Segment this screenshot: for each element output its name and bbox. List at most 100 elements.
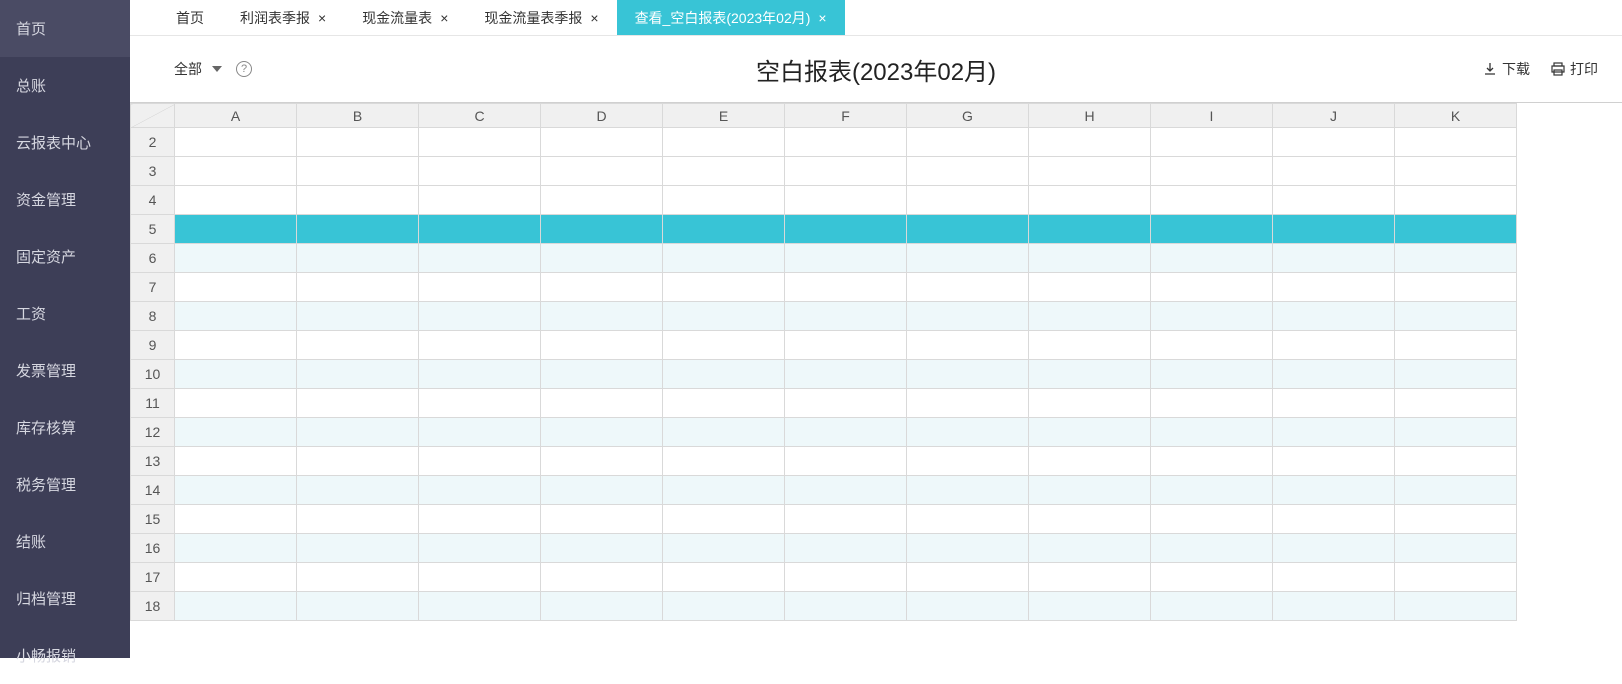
cell[interactable] (1395, 244, 1517, 273)
close-icon[interactable]: × (818, 11, 826, 25)
sidebar-item-payroll[interactable]: 工资 (0, 285, 130, 342)
cell[interactable] (907, 128, 1029, 157)
cell[interactable] (1273, 534, 1395, 563)
cell[interactable] (541, 389, 663, 418)
cell[interactable] (541, 244, 663, 273)
cell[interactable] (1273, 273, 1395, 302)
cell[interactable] (1029, 128, 1151, 157)
cell[interactable] (297, 505, 419, 534)
cell[interactable] (541, 563, 663, 592)
cell[interactable] (541, 447, 663, 476)
cell[interactable] (1151, 157, 1273, 186)
row-header[interactable]: 8 (131, 302, 175, 331)
cell[interactable] (1029, 534, 1151, 563)
print-button[interactable]: 打印 (1550, 59, 1598, 79)
cell[interactable] (1151, 447, 1273, 476)
cell[interactable] (175, 592, 297, 621)
cell[interactable] (1029, 476, 1151, 505)
cell[interactable] (663, 360, 785, 389)
cell[interactable] (1151, 563, 1273, 592)
cell[interactable] (785, 592, 907, 621)
cell[interactable] (663, 302, 785, 331)
cell[interactable] (1151, 389, 1273, 418)
cell[interactable] (175, 331, 297, 360)
cell[interactable] (1395, 302, 1517, 331)
cell[interactable] (1151, 186, 1273, 215)
cell[interactable] (541, 331, 663, 360)
cell[interactable] (175, 534, 297, 563)
row-header[interactable]: 12 (131, 418, 175, 447)
cell[interactable] (297, 186, 419, 215)
cell[interactable] (1395, 592, 1517, 621)
cell[interactable] (907, 360, 1029, 389)
cell[interactable] (1151, 331, 1273, 360)
cell[interactable] (1273, 447, 1395, 476)
cell[interactable] (297, 273, 419, 302)
cell[interactable] (1395, 534, 1517, 563)
cell[interactable] (907, 157, 1029, 186)
cell[interactable] (1151, 418, 1273, 447)
cell[interactable] (1029, 505, 1151, 534)
cell[interactable] (541, 534, 663, 563)
cell[interactable] (419, 563, 541, 592)
cell[interactable] (785, 331, 907, 360)
row-header[interactable]: 9 (131, 331, 175, 360)
cell[interactable] (419, 505, 541, 534)
sidebar-item-closing[interactable]: 结账 (0, 513, 130, 570)
cell[interactable] (785, 360, 907, 389)
cell[interactable] (1273, 186, 1395, 215)
cell[interactable] (907, 476, 1029, 505)
cell[interactable] (541, 273, 663, 302)
cell[interactable] (1151, 273, 1273, 302)
cell[interactable] (1029, 360, 1151, 389)
cell[interactable] (1029, 447, 1151, 476)
cell[interactable] (1395, 128, 1517, 157)
cell[interactable] (175, 447, 297, 476)
cell[interactable] (907, 563, 1029, 592)
row-header[interactable]: 7 (131, 273, 175, 302)
cell[interactable] (1029, 302, 1151, 331)
cell[interactable] (663, 215, 785, 244)
cell[interactable] (297, 157, 419, 186)
cell[interactable] (785, 389, 907, 418)
cell[interactable] (297, 389, 419, 418)
cell[interactable] (785, 302, 907, 331)
cell[interactable] (541, 360, 663, 389)
cell[interactable] (419, 302, 541, 331)
column-header[interactable]: B (297, 104, 419, 128)
cell[interactable] (907, 389, 1029, 418)
cell[interactable] (1273, 592, 1395, 621)
cell[interactable] (907, 447, 1029, 476)
cell[interactable] (175, 505, 297, 534)
cell[interactable] (175, 476, 297, 505)
cell[interactable] (1151, 360, 1273, 389)
cell[interactable] (1395, 389, 1517, 418)
row-header[interactable]: 14 (131, 476, 175, 505)
cell[interactable] (1273, 360, 1395, 389)
cell[interactable] (907, 592, 1029, 621)
cell[interactable] (907, 302, 1029, 331)
tab[interactable]: 首页 (158, 0, 222, 35)
cell[interactable] (541, 418, 663, 447)
cell[interactable] (1029, 273, 1151, 302)
cell[interactable] (175, 273, 297, 302)
cell[interactable] (1273, 389, 1395, 418)
cell[interactable] (907, 418, 1029, 447)
filter-dropdown[interactable]: 全部 ? (174, 59, 252, 79)
cell[interactable] (1029, 418, 1151, 447)
column-header[interactable]: E (663, 104, 785, 128)
cell[interactable] (1273, 128, 1395, 157)
cell[interactable] (1029, 215, 1151, 244)
cell[interactable] (1029, 592, 1151, 621)
cell[interactable] (175, 215, 297, 244)
cell[interactable] (419, 215, 541, 244)
cell[interactable] (175, 244, 297, 273)
cell[interactable] (419, 244, 541, 273)
cell[interactable] (1151, 128, 1273, 157)
cell[interactable] (1395, 476, 1517, 505)
cell[interactable] (1273, 215, 1395, 244)
column-header[interactable]: F (785, 104, 907, 128)
cell[interactable] (419, 128, 541, 157)
cell[interactable] (1395, 157, 1517, 186)
cell[interactable] (1395, 273, 1517, 302)
